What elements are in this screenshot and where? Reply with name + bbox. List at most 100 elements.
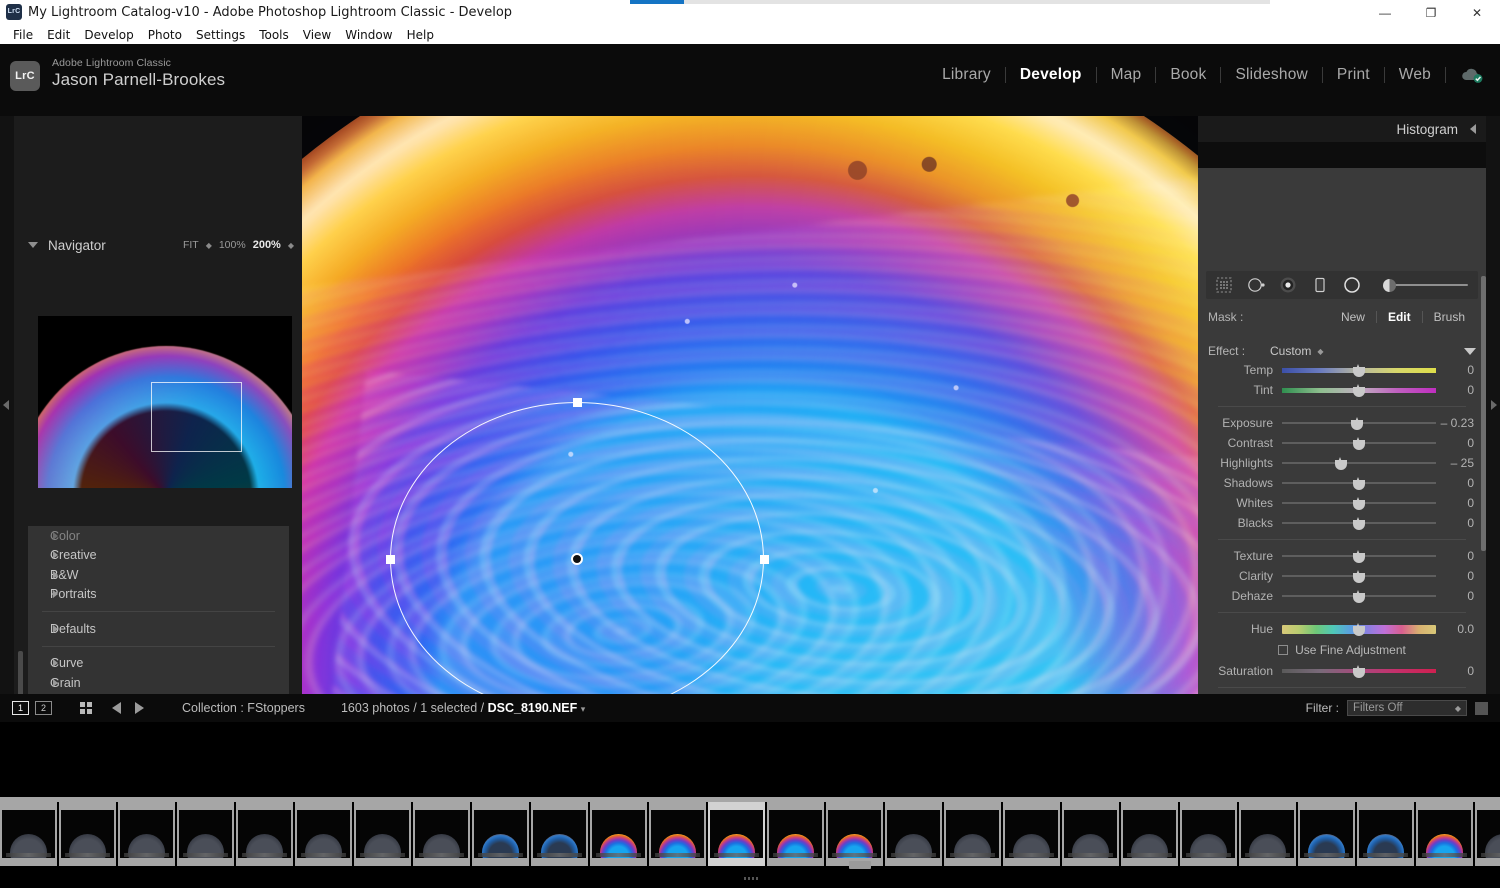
preset-group-portraits[interactable]: Portraits bbox=[28, 585, 289, 605]
mask-handle-left[interactable] bbox=[385, 554, 395, 564]
module-print[interactable]: Print bbox=[1323, 66, 1384, 84]
slider-texture[interactable]: Texture 0 bbox=[1198, 546, 1486, 566]
menu-item-file[interactable]: File bbox=[6, 27, 40, 43]
slider-knob[interactable] bbox=[1353, 550, 1365, 563]
preset-group-color[interactable]: Color bbox=[28, 526, 289, 546]
slider-track[interactable] bbox=[1282, 546, 1436, 566]
linear-gradient-icon[interactable] bbox=[1310, 275, 1330, 295]
mask-new-button[interactable]: New bbox=[1330, 310, 1376, 324]
menu-item-view[interactable]: View bbox=[296, 27, 338, 43]
filmstrip-resize-grip[interactable] bbox=[849, 861, 871, 869]
zoom-fit-spinner-icon[interactable]: ◆ bbox=[206, 241, 212, 250]
filmstrip-thumbnail[interactable] bbox=[413, 802, 470, 866]
slider-knob[interactable] bbox=[1353, 497, 1365, 510]
slider-knob[interactable] bbox=[1353, 570, 1365, 583]
filmstrip-thumbnail[interactable] bbox=[767, 802, 824, 866]
filter-spinner-icon[interactable]: ◆ bbox=[1455, 704, 1461, 713]
left-panel-collapse-handle[interactable] bbox=[0, 116, 14, 694]
filmstrip-thumbnail[interactable] bbox=[118, 802, 175, 866]
menu-item-help[interactable]: Help bbox=[400, 27, 441, 43]
use-fine-adjustment-checkbox[interactable] bbox=[1278, 645, 1289, 655]
grid-view-icon[interactable] bbox=[80, 702, 92, 714]
minimize-icon[interactable]: — bbox=[1362, 0, 1408, 25]
preset-group-grain[interactable]: Grain bbox=[28, 673, 289, 693]
subject-select-icon[interactable] bbox=[1214, 275, 1234, 295]
filmstrip-thumbnail[interactable] bbox=[354, 802, 411, 866]
slider-blacks[interactable]: Blacks 0 bbox=[1198, 513, 1486, 533]
navigator-preview[interactable] bbox=[38, 316, 292, 488]
filmstrip-thumbnail[interactable] bbox=[885, 802, 942, 866]
triangle-down-icon[interactable] bbox=[28, 242, 38, 248]
triangle-left-icon[interactable] bbox=[1470, 124, 1476, 134]
maximize-icon[interactable]: ❐ bbox=[1408, 0, 1454, 25]
mask-amount-slider[interactable] bbox=[1380, 275, 1470, 295]
menu-item-edit[interactable]: Edit bbox=[40, 27, 77, 43]
image-canvas[interactable] bbox=[302, 116, 1198, 694]
filmstrip-thumbnail[interactable] bbox=[826, 802, 883, 866]
effect-spinner-icon[interactable]: ◆ bbox=[1317, 347, 1323, 356]
module-develop[interactable]: Develop bbox=[1006, 66, 1096, 84]
slider-knob[interactable] bbox=[1353, 665, 1365, 678]
radial-mask-ring[interactable] bbox=[390, 402, 764, 694]
identity-plate[interactable]: Adobe Lightroom Classic Jason Parnell-Br… bbox=[52, 57, 225, 90]
slider-track[interactable] bbox=[1282, 473, 1436, 493]
zoom-fit[interactable]: FIT bbox=[183, 239, 199, 251]
filmstrip-thumbnail[interactable] bbox=[1357, 802, 1414, 866]
slider-knob[interactable] bbox=[1353, 517, 1365, 530]
filmstrip-thumbnail[interactable] bbox=[295, 802, 352, 866]
preset-group-defaults[interactable]: Defaults bbox=[28, 619, 289, 639]
slider-knob[interactable] bbox=[1353, 590, 1365, 603]
slider-knob[interactable] bbox=[1353, 477, 1365, 490]
filmstrip-thumbnail[interactable] bbox=[944, 802, 1001, 866]
slider-whites[interactable]: Whites 0 bbox=[1198, 493, 1486, 513]
mask-handle-right[interactable] bbox=[759, 554, 769, 564]
mask-edit-button[interactable]: Edit bbox=[1377, 310, 1422, 324]
preset-group-bw[interactable]: B&W bbox=[28, 565, 289, 585]
filmstrip-thumbnail[interactable] bbox=[1062, 802, 1119, 866]
slider-track[interactable] bbox=[1282, 360, 1436, 380]
brush-dot-icon[interactable] bbox=[1278, 275, 1298, 295]
use-fine-adjustment-row[interactable]: Use Fine Adjustment bbox=[1198, 639, 1486, 661]
slider-tint[interactable]: Tint 0 bbox=[1198, 380, 1486, 400]
filmstrip-thumbnail[interactable] bbox=[1298, 802, 1355, 866]
filmstrip-thumbnail[interactable] bbox=[1239, 802, 1296, 866]
slider-temp[interactable]: Temp 0 bbox=[1198, 360, 1486, 380]
slider-track[interactable] bbox=[1282, 493, 1436, 513]
circle-mask-icon[interactable] bbox=[1342, 275, 1362, 295]
view-screen-2-button[interactable]: 2 bbox=[35, 701, 52, 715]
menu-item-window[interactable]: Window bbox=[338, 27, 399, 43]
menu-item-develop[interactable]: Develop bbox=[77, 27, 140, 43]
slider-highlights[interactable]: Highlights – 25 bbox=[1198, 453, 1486, 473]
slider-track[interactable] bbox=[1282, 619, 1436, 639]
close-icon[interactable]: ✕ bbox=[1454, 0, 1500, 25]
filmstrip-thumbnail[interactable] bbox=[0, 802, 57, 866]
effect-value[interactable]: Custom bbox=[1270, 344, 1311, 358]
navigator-viewport-rect[interactable] bbox=[151, 382, 242, 452]
radial-gradient-icon[interactable] bbox=[1246, 275, 1266, 295]
radial-mask-overlay[interactable] bbox=[385, 397, 769, 694]
filmstrip-thumbnail[interactable] bbox=[1475, 802, 1500, 866]
slider-track[interactable] bbox=[1282, 380, 1436, 400]
menu-item-photo[interactable]: Photo bbox=[141, 27, 189, 43]
filmstrip-thumbnail[interactable] bbox=[59, 802, 116, 866]
mask-amount-knob[interactable] bbox=[1383, 279, 1396, 292]
slider-saturation[interactable]: Saturation 0 bbox=[1198, 661, 1486, 681]
zoom-200[interactable]: 200% bbox=[253, 239, 281, 251]
slider-knob[interactable] bbox=[1334, 457, 1347, 470]
current-filename[interactable]: DSC_8190.NEF bbox=[488, 701, 578, 715]
filmstrip-thumbnail[interactable] bbox=[531, 802, 588, 866]
slider-hue[interactable]: Hue 0.0 bbox=[1198, 619, 1486, 639]
slider-track[interactable] bbox=[1282, 413, 1436, 433]
filmstrip-collapse-handle[interactable] bbox=[744, 877, 760, 880]
previous-photo-icon[interactable] bbox=[112, 702, 121, 714]
preset-group-creative[interactable]: Creative bbox=[28, 546, 289, 566]
filmstrip-thumbnail[interactable] bbox=[590, 802, 647, 866]
mask-brush-button[interactable]: Brush bbox=[1423, 310, 1476, 324]
slider-track[interactable] bbox=[1282, 586, 1436, 606]
right-panel-scrollbar[interactable] bbox=[1481, 276, 1486, 551]
slider-contrast[interactable]: Contrast 0 bbox=[1198, 433, 1486, 453]
filmstrip-thumbnail[interactable] bbox=[472, 802, 529, 866]
menu-item-tools[interactable]: Tools bbox=[252, 27, 296, 43]
module-map[interactable]: Map bbox=[1097, 66, 1156, 84]
right-panel-collapse-handle[interactable] bbox=[1486, 116, 1500, 694]
